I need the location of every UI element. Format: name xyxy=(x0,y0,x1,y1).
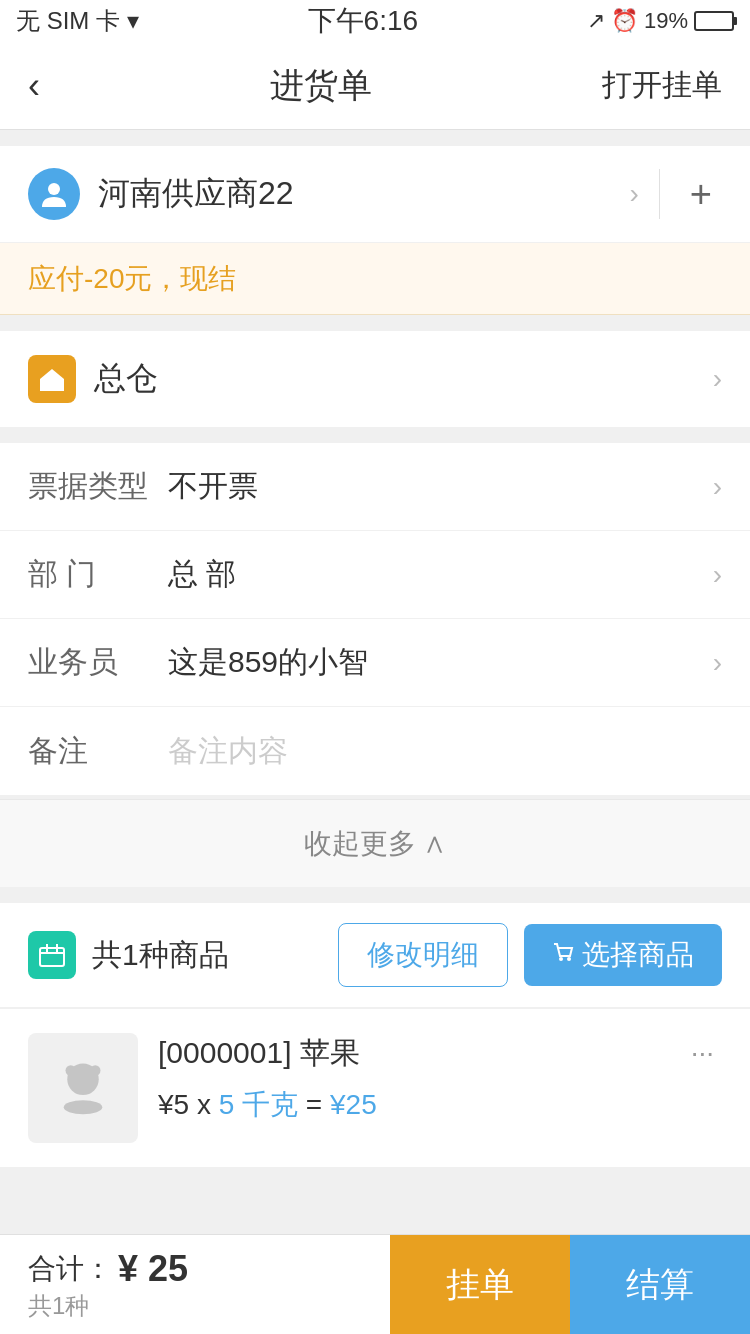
salesperson-value: 这是859的小智 xyxy=(168,642,703,683)
vertical-divider xyxy=(659,169,660,219)
collapse-text: 收起更多 ∧ xyxy=(304,828,447,859)
bottom-bar: 合计： ¥ 25 共1种 挂单 结算 xyxy=(0,1234,750,1334)
back-button[interactable]: ‹ xyxy=(28,65,40,107)
add-supplier-button[interactable]: + xyxy=(680,163,722,226)
total-label: 合计： ¥ 25 xyxy=(28,1248,362,1290)
remarks-input[interactable]: 备注内容 xyxy=(168,731,722,772)
svg-rect-1 xyxy=(48,381,56,391)
invoice-type-label: 票据类型 xyxy=(28,466,168,507)
invoice-type-value: 不开票 xyxy=(168,466,703,507)
status-right: ↗ ⏰ 19% xyxy=(587,8,734,34)
notice-text: 应付-20元，现结 xyxy=(28,263,236,294)
svg-point-6 xyxy=(64,1100,103,1114)
more-button[interactable]: ··· xyxy=(683,1033,722,1073)
notice-bar: 应付-20元，现结 xyxy=(0,243,750,315)
remarks-label: 备注 xyxy=(28,731,168,772)
battery-icon xyxy=(694,11,734,31)
select-product-button[interactable]: 选择商品 xyxy=(524,924,722,986)
product-item: [0000001] 苹果 ¥5 x 5 千克 = ¥25 ··· xyxy=(0,1009,750,1167)
warehouse-name: 总仓 xyxy=(94,357,703,401)
svg-point-8 xyxy=(90,1065,101,1076)
product-icon xyxy=(28,931,76,979)
invoice-type-row[interactable]: 票据类型 不开票 › xyxy=(0,443,750,531)
equals-sign: = xyxy=(306,1089,330,1120)
page-title: 进货单 xyxy=(270,63,372,109)
battery-percent: 19% xyxy=(644,8,688,34)
status-time: 下午6:16 xyxy=(308,2,419,40)
avatar xyxy=(28,168,80,220)
quantity: 5 xyxy=(219,1089,235,1120)
svg-point-7 xyxy=(66,1065,77,1076)
product-name: 苹果 xyxy=(300,1036,360,1069)
chevron-right-icon: › xyxy=(629,178,638,210)
department-value: 总 部 xyxy=(168,554,703,595)
alarm-icon: ⏰ xyxy=(611,8,638,34)
status-left: 无 SIM 卡 ▾ xyxy=(16,5,139,37)
product-thumbnail xyxy=(28,1033,138,1143)
chevron-right-icon: › xyxy=(713,647,722,679)
chevron-right-icon: › xyxy=(713,559,722,591)
svg-point-4 xyxy=(567,957,571,961)
supplier-row[interactable]: 河南供应商22 › xyxy=(28,146,639,242)
product-info: [0000001] 苹果 ¥5 x 5 千克 = ¥25 xyxy=(158,1033,663,1124)
multiply-sign: x xyxy=(197,1089,219,1120)
checkout-button[interactable]: 结算 xyxy=(570,1235,750,1334)
warehouse-section[interactable]: 总仓 › xyxy=(0,331,750,427)
edit-detail-button[interactable]: 修改明细 xyxy=(338,923,508,987)
svg-point-0 xyxy=(48,183,60,195)
svg-point-3 xyxy=(559,957,563,961)
remarks-row[interactable]: 备注 备注内容 xyxy=(0,707,750,795)
total-sub: 共1种 xyxy=(28,1290,362,1322)
product-price: ¥5 x 5 千克 = ¥25 xyxy=(158,1086,663,1124)
product-code: [0000001] xyxy=(158,1036,291,1069)
total-section: 合计： ¥ 25 共1种 xyxy=(0,1235,390,1334)
form-section: 票据类型 不开票 › 部 门 总 部 › 业务员 这是859的小智 › 备注 备… xyxy=(0,443,750,795)
collapse-bar[interactable]: 收起更多 ∧ xyxy=(0,799,750,887)
product-title: [0000001] 苹果 xyxy=(158,1033,663,1074)
sim-status: 无 SIM 卡 ▾ xyxy=(16,5,139,37)
total-price: ¥25 xyxy=(330,1089,377,1120)
unit: 千克 xyxy=(242,1089,298,1120)
main-content: 河南供应商22 › + 应付-20元，现结 总仓 › 票据类型 不开票 › 部 … xyxy=(0,146,750,1277)
department-label: 部 门 xyxy=(28,554,168,595)
warehouse-icon xyxy=(28,355,76,403)
product-header: 共1种商品 修改明细 选择商品 xyxy=(0,903,750,1007)
salesperson-label: 业务员 xyxy=(28,642,168,683)
select-product-label: 选择商品 xyxy=(582,936,694,974)
product-count: 共1种商品 xyxy=(92,935,338,976)
unit-price: ¥5 xyxy=(158,1089,189,1120)
chevron-right-icon: › xyxy=(713,363,722,395)
salesperson-row[interactable]: 业务员 这是859的小智 › xyxy=(0,619,750,707)
location-icon: ↗ xyxy=(587,8,605,34)
chevron-right-icon: › xyxy=(713,471,722,503)
department-row[interactable]: 部 门 总 部 › xyxy=(0,531,750,619)
supplier-name: 河南供应商22 xyxy=(98,172,619,216)
status-bar: 无 SIM 卡 ▾ 下午6:16 ↗ ⏰ 19% xyxy=(0,0,750,42)
svg-rect-2 xyxy=(40,948,64,966)
hang-button[interactable]: 挂单 xyxy=(390,1235,570,1334)
cart-icon xyxy=(552,939,574,971)
open-pending-button[interactable]: 打开挂单 xyxy=(602,65,722,106)
nav-bar: ‹ 进货单 打开挂单 xyxy=(0,42,750,130)
total-amount: ¥ 25 xyxy=(118,1248,188,1290)
supplier-section: 河南供应商22 › + xyxy=(0,146,750,243)
